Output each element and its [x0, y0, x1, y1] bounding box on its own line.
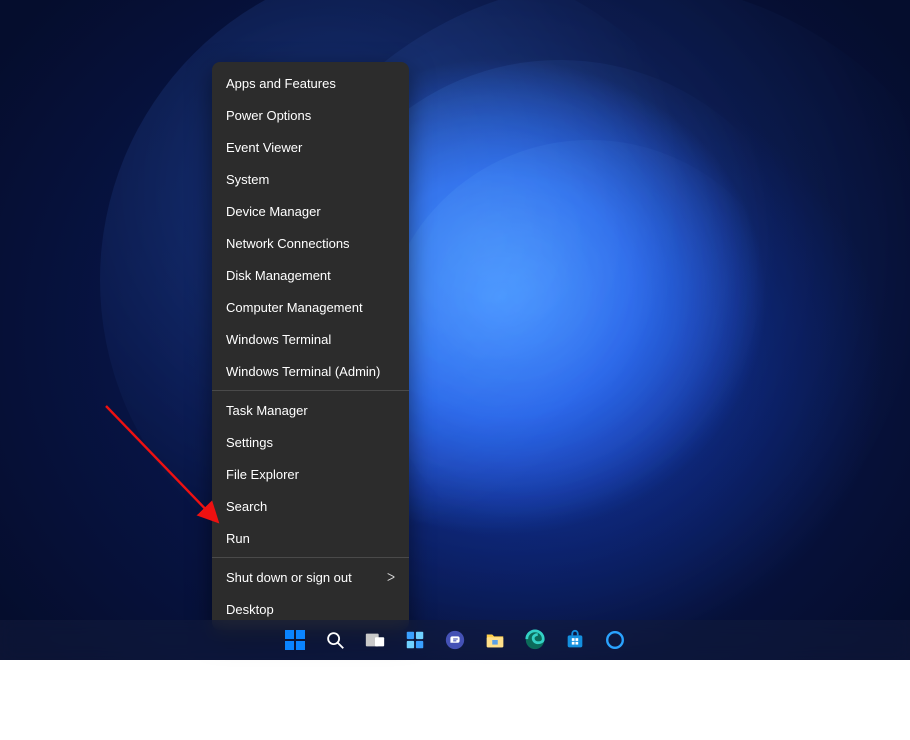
start-button[interactable]	[278, 623, 312, 657]
desktop-wallpaper	[0, 0, 910, 660]
task-view-icon	[364, 629, 386, 651]
menu-item-shut-down-or-sign-out[interactable]: Shut down or sign out ᐳ	[212, 561, 409, 593]
chat-icon	[444, 629, 466, 651]
taskbar	[0, 620, 910, 660]
menu-item-apps-features[interactable]: Apps and Features	[212, 67, 409, 99]
file-explorer-button[interactable]	[478, 623, 512, 657]
menu-item-label: Desktop	[226, 602, 274, 617]
menu-item-label: Power Options	[226, 108, 311, 123]
store-button[interactable]	[558, 623, 592, 657]
widgets-icon	[404, 629, 426, 651]
chat-button[interactable]	[438, 623, 472, 657]
menu-item-label: Disk Management	[226, 268, 331, 283]
menu-item-disk-management[interactable]: Disk Management	[212, 259, 409, 291]
menu-item-label: Windows Terminal (Admin)	[226, 364, 380, 379]
menu-separator	[212, 390, 409, 391]
menu-separator	[212, 557, 409, 558]
menu-item-computer-management[interactable]: Computer Management	[212, 291, 409, 323]
store-icon	[564, 629, 586, 651]
folder-icon	[484, 629, 506, 651]
menu-item-windows-terminal[interactable]: Windows Terminal	[212, 323, 409, 355]
chevron-right-icon: ᐳ	[387, 571, 395, 584]
start-icon	[285, 630, 305, 650]
menu-item-label: Windows Terminal	[226, 332, 331, 347]
cortana-button[interactable]	[598, 623, 632, 657]
menu-item-label: Event Viewer	[226, 140, 302, 155]
task-view-button[interactable]	[358, 623, 392, 657]
search-button[interactable]	[318, 623, 352, 657]
edge-button[interactable]	[518, 623, 552, 657]
menu-item-label: Apps and Features	[226, 76, 336, 91]
circle-icon	[604, 629, 626, 651]
menu-item-label: Computer Management	[226, 300, 363, 315]
widgets-button[interactable]	[398, 623, 432, 657]
menu-item-label: Network Connections	[226, 236, 350, 251]
menu-item-power-options[interactable]: Power Options	[212, 99, 409, 131]
menu-item-settings[interactable]: Settings	[212, 426, 409, 458]
menu-item-label: File Explorer	[226, 467, 299, 482]
menu-item-label: Run	[226, 531, 250, 546]
menu-item-windows-terminal-admin[interactable]: Windows Terminal (Admin)	[212, 355, 409, 387]
menu-item-label: Device Manager	[226, 204, 321, 219]
menu-item-label: Settings	[226, 435, 273, 450]
menu-item-label: Task Manager	[226, 403, 308, 418]
edge-icon	[524, 629, 546, 651]
menu-item-run[interactable]: Run	[212, 522, 409, 554]
menu-item-device-manager[interactable]: Device Manager	[212, 195, 409, 227]
menu-item-label: Shut down or sign out	[226, 570, 352, 585]
menu-item-network-connections[interactable]: Network Connections	[212, 227, 409, 259]
search-icon	[324, 629, 346, 651]
menu-item-file-explorer[interactable]: File Explorer	[212, 458, 409, 490]
winx-menu: Apps and Features Power Options Event Vi…	[212, 62, 409, 630]
menu-item-label: Search	[226, 499, 267, 514]
menu-item-event-viewer[interactable]: Event Viewer	[212, 131, 409, 163]
menu-item-system[interactable]: System	[212, 163, 409, 195]
menu-item-label: System	[226, 172, 269, 187]
menu-item-search[interactable]: Search	[212, 490, 409, 522]
menu-item-task-manager[interactable]: Task Manager	[212, 394, 409, 426]
